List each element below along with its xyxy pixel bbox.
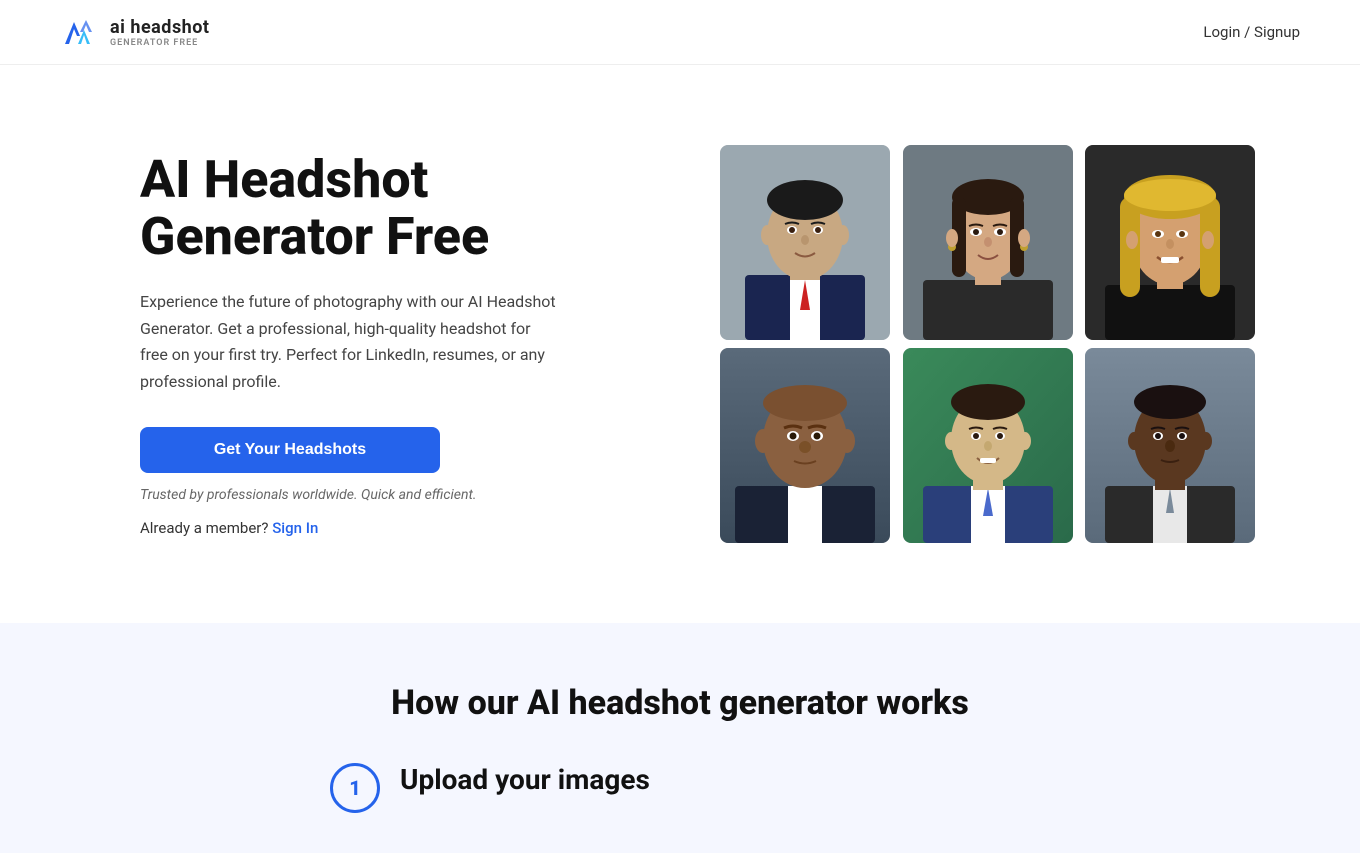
hero-section: AI Headshot Generator Free Experience th… xyxy=(0,65,1360,623)
logo[interactable]: ai headshot GENERATOR FREE xyxy=(60,12,210,52)
hero-title: AI Headshot Generator Free xyxy=(140,151,560,265)
member-prefix: Already a member? xyxy=(140,519,268,537)
headshot-5 xyxy=(903,348,1073,543)
navbar: ai headshot GENERATOR FREE Login / Signu… xyxy=(0,0,1360,65)
logo-title: ai headshot xyxy=(110,17,210,38)
how-section: How our AI headshot generator works 1 Up… xyxy=(0,623,1360,853)
how-title: How our AI headshot generator works xyxy=(60,683,1300,723)
member-text: Already a member? Sign In xyxy=(140,519,560,537)
hero-left: AI Headshot Generator Free Experience th… xyxy=(140,151,560,537)
logo-subtitle: GENERATOR FREE xyxy=(110,38,210,48)
hero-right xyxy=(720,145,1260,543)
headshot-2 xyxy=(903,145,1073,340)
step-1-title: Upload your images xyxy=(400,763,650,796)
login-signup-link[interactable]: Login / Signup xyxy=(1203,23,1300,41)
how-step-1: 1 Upload your images xyxy=(330,763,1030,813)
headshot-6 xyxy=(1085,348,1255,543)
get-headshots-button[interactable]: Get Your Headshots xyxy=(140,427,440,473)
hero-description: Experience the future of photography wit… xyxy=(140,289,560,395)
trusted-text: Trusted by professionals worldwide. Quic… xyxy=(140,487,560,503)
headshot-grid xyxy=(720,145,1260,543)
logo-icon xyxy=(60,12,100,52)
sign-in-link[interactable]: Sign In xyxy=(272,519,318,537)
headshot-1 xyxy=(720,145,890,340)
step-1-number: 1 xyxy=(330,763,380,813)
headshot-4 xyxy=(720,348,890,543)
headshot-3 xyxy=(1085,145,1255,340)
